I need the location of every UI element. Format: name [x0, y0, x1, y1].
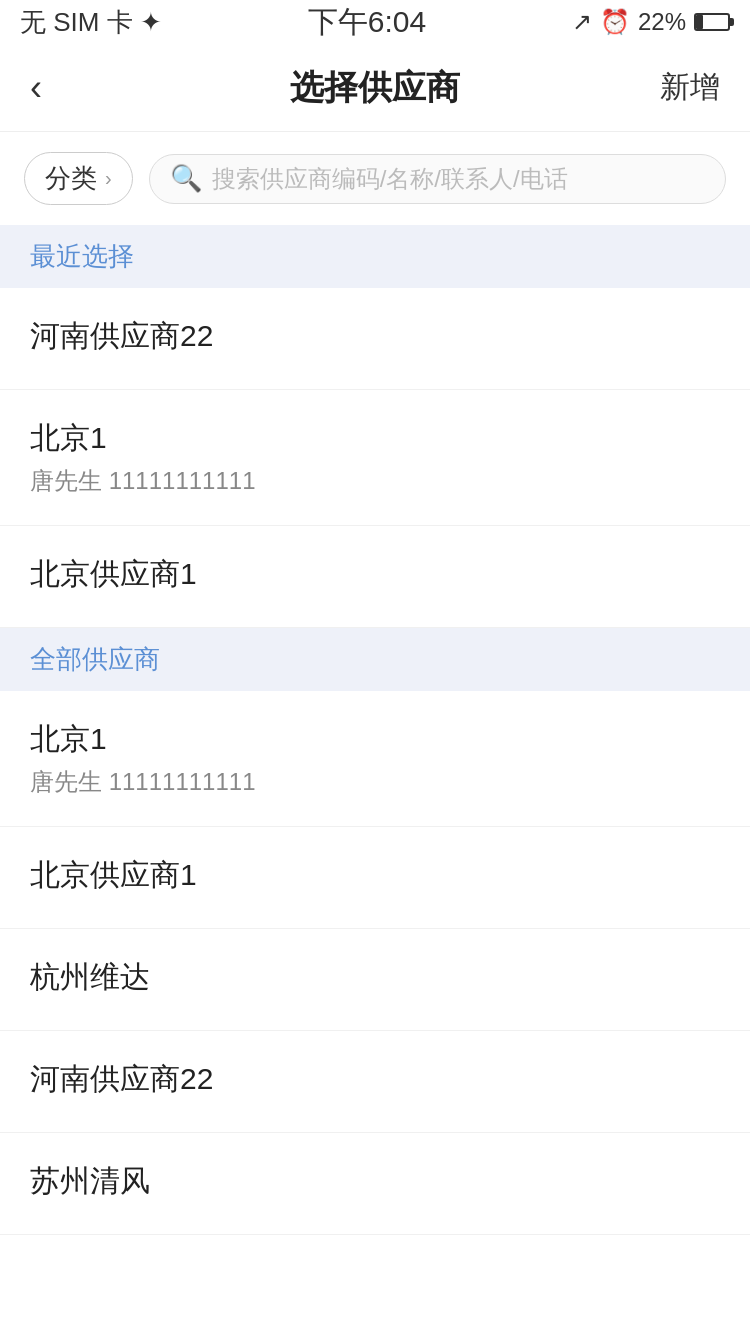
nav-bar: ‹ 选择供应商 新增	[0, 44, 750, 132]
recent-section-header: 最近选择	[0, 225, 750, 288]
item-name: 杭州维达	[30, 957, 720, 998]
list-item[interactable]: 北京供应商1	[0, 526, 750, 628]
list-item[interactable]: 杭州维达	[0, 929, 750, 1031]
chevron-right-icon: ›	[105, 167, 112, 190]
status-right: ↗ ⏰ 22%	[572, 8, 730, 36]
list-item[interactable]: 苏州清风	[0, 1133, 750, 1235]
item-name: 苏州清风	[30, 1161, 720, 1202]
category-button[interactable]: 分类 ›	[24, 152, 133, 205]
add-new-button[interactable]: 新增	[660, 67, 720, 108]
list-item[interactable]: 北京1 唐先生 11111111111	[0, 691, 750, 827]
status-bar: 无 SIM 卡 ✦ 下午6:04 ↗ ⏰ 22%	[0, 0, 750, 44]
list-item[interactable]: 河南供应商22	[0, 1031, 750, 1133]
sim-status: 无 SIM 卡 ✦	[20, 5, 162, 40]
item-name: 河南供应商22	[30, 1059, 720, 1100]
all-items-list: 北京1 唐先生 11111111111 北京供应商1 杭州维达 河南供应商22 …	[0, 691, 750, 1235]
item-name: 河南供应商22	[30, 316, 720, 357]
all-suppliers-section-header: 全部供应商	[0, 628, 750, 691]
list-item[interactable]: 北京1 唐先生 11111111111	[0, 390, 750, 526]
list-item[interactable]: 北京供应商1	[0, 827, 750, 929]
alarm-icon: ⏰	[600, 8, 630, 36]
item-name: 北京1	[30, 719, 720, 760]
back-button[interactable]: ‹	[30, 67, 90, 109]
list-item[interactable]: 河南供应商22	[0, 288, 750, 390]
filter-bar: 分类 › 🔍 搜索供应商编码/名称/联系人/电话	[0, 132, 750, 225]
search-placeholder: 搜索供应商编码/名称/联系人/电话	[212, 163, 568, 195]
battery-icon	[694, 13, 730, 31]
search-box[interactable]: 🔍 搜索供应商编码/名称/联系人/电话	[149, 154, 726, 204]
page-title: 选择供应商	[290, 65, 460, 111]
status-left: 无 SIM 卡 ✦	[20, 5, 162, 40]
item-detail: 唐先生 11111111111	[30, 465, 720, 497]
battery-level: 22%	[638, 8, 686, 36]
status-time: 下午6:04	[308, 2, 426, 43]
recent-items-list: 河南供应商22 北京1 唐先生 11111111111 北京供应商1	[0, 288, 750, 628]
location-icon: ↗	[572, 8, 592, 36]
item-name: 北京供应商1	[30, 554, 720, 595]
category-label: 分类	[45, 161, 97, 196]
item-name: 北京供应商1	[30, 855, 720, 896]
item-detail: 唐先生 11111111111	[30, 766, 720, 798]
search-icon: 🔍	[170, 163, 202, 194]
item-name: 北京1	[30, 418, 720, 459]
